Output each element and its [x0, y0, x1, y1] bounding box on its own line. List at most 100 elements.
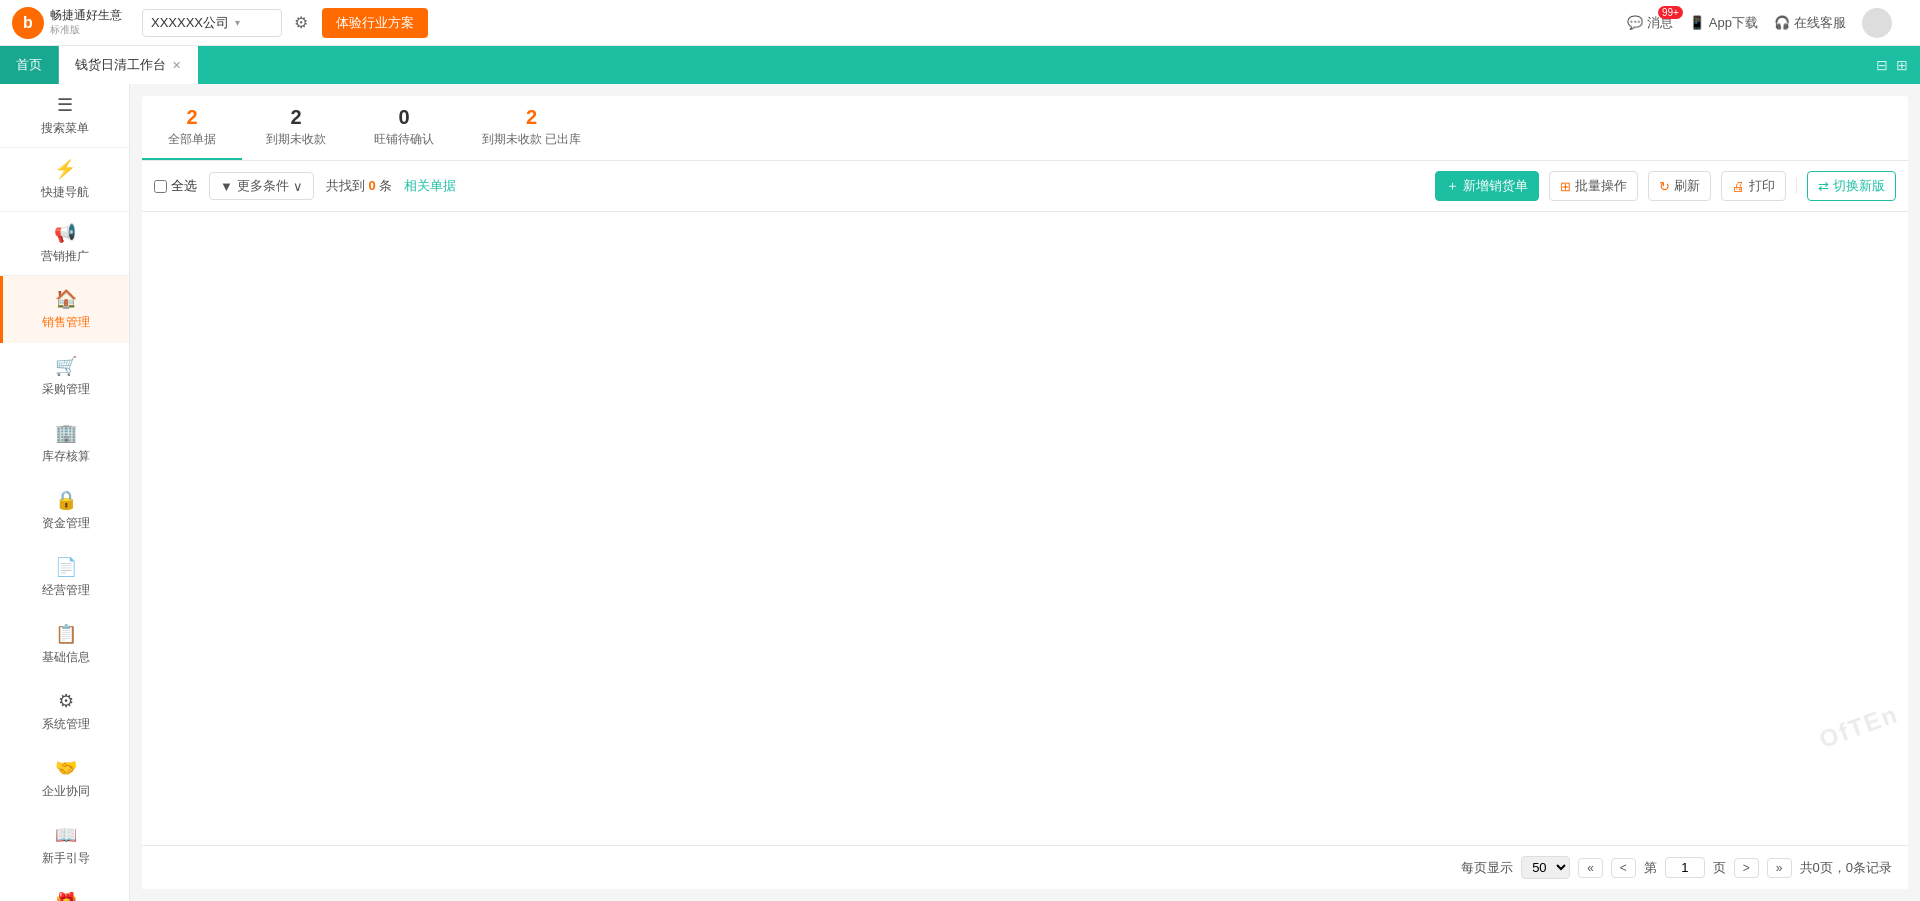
status-tab-pending[interactable]: 0 旺铺待确认	[350, 96, 458, 160]
enterprise-icon: 🤝	[55, 757, 77, 779]
found-count: 0	[369, 178, 376, 193]
tab-workbench-label: 钱货日清工作台	[75, 56, 166, 74]
sidebar-base-info[interactable]: 📋 基础信息	[0, 611, 129, 678]
sidebar-guide[interactable]: 📖 新手引导	[0, 812, 129, 879]
select-all-checkbox[interactable]: 全选	[154, 177, 197, 195]
filter-icon: ▼	[220, 179, 233, 194]
sidebar-operation-label: 经营管理	[42, 582, 90, 599]
tab-home-label: 首页	[16, 56, 42, 74]
sidebar-quick-nav[interactable]: ⚡ 快捷导航	[0, 148, 129, 212]
toolbar-divider	[1796, 178, 1797, 194]
settings-icon[interactable]: ⚙	[290, 9, 312, 36]
app-badge: 标准版	[50, 23, 122, 37]
sidebar-system[interactable]: ⚙ 系统管理	[0, 678, 129, 745]
main-layout: ☰ 搜索菜单 ⚡ 快捷导航 📢 营销推广 🏠 销售管理 🛒 采购管理 🏢 库存核…	[0, 84, 1920, 901]
app-download-button[interactable]: 📱 App下载	[1689, 14, 1758, 32]
message-icon: 💬	[1627, 15, 1643, 30]
avatar[interactable]	[1862, 8, 1892, 38]
tab-pending-count: 0	[398, 106, 409, 129]
select-all-label: 全选	[171, 177, 197, 195]
service-icon: 🎧	[1774, 15, 1790, 30]
marketing-icon: 📢	[54, 222, 76, 244]
sidebar-marketing-label: 营销推广	[41, 248, 89, 265]
finance-icon: 🔒	[55, 489, 77, 511]
tab-bar: 首页 钱货日清工作台 ✕ ⊟ ⊞	[0, 46, 1920, 84]
tab-home[interactable]: 首页	[0, 46, 59, 84]
online-service-button[interactable]: 🎧 在线客服	[1774, 14, 1846, 32]
print-button[interactable]: 🖨 打印	[1721, 171, 1786, 201]
sidebar-operation[interactable]: 📄 经营管理	[0, 544, 129, 611]
top-header: b 畅捷通好生意 标准版 XXXXXX公司 ▾ ⚙ 体验行业方案 💬 消息 99…	[0, 0, 1920, 46]
sidebar-search[interactable]: ☰ 搜索菜单	[0, 84, 129, 148]
tab-all-label: 全部单据	[168, 131, 216, 148]
found-unit: 条	[379, 178, 392, 193]
app-download-label: App下载	[1709, 14, 1758, 32]
next-page-button[interactable]: >	[1734, 858, 1759, 878]
purchase-icon: 🛒	[55, 355, 77, 377]
status-tab-overdue[interactable]: 2 到期未收款	[242, 96, 350, 160]
status-tab-all[interactable]: 2 全部单据	[142, 96, 242, 160]
more-filters-button[interactable]: ▼ 更多条件 ∨	[209, 172, 314, 200]
sidebar-app-center[interactable]: 🎁 应用中心	[0, 879, 129, 901]
toolbar: 全选 ▼ 更多条件 ∨ 共找到 0 条 相关单据 ＋ 新增销货单	[142, 161, 1908, 212]
page-label-prefix: 第	[1644, 859, 1657, 877]
found-prefix: 共找到	[326, 178, 365, 193]
operation-icon: 📄	[55, 556, 77, 578]
tab-all-count: 2	[186, 106, 197, 129]
batch-operation-button[interactable]: ⊞ 批量操作	[1549, 171, 1638, 201]
pagination-bar: 每页显示 50 « < 第 页 > » 共0页，0条记录	[142, 845, 1908, 889]
sidebar-finance-label: 资金管理	[42, 515, 90, 532]
tab-pending-label: 旺铺待确认	[374, 131, 434, 148]
related-records-link[interactable]: 相关单据	[404, 177, 456, 195]
company-selector[interactable]: XXXXXX公司 ▾	[142, 9, 282, 37]
page-number-input[interactable]	[1665, 857, 1705, 878]
table-area	[142, 212, 1908, 845]
page-body: 2 全部单据 2 到期未收款 0 旺铺待确认 2 到期未收款 已出库	[130, 84, 1920, 901]
download-icon: 📱	[1689, 15, 1705, 30]
sidebar-marketing[interactable]: 📢 营销推广	[0, 212, 129, 276]
sidebar-base-info-label: 基础信息	[42, 649, 90, 666]
app-name: 畅捷通好生意	[50, 8, 122, 24]
more-filters-label: 更多条件	[237, 177, 289, 195]
last-page-button[interactable]: »	[1767, 858, 1792, 878]
refresh-button[interactable]: ↻ 刷新	[1648, 171, 1711, 201]
sidebar-sales[interactable]: 🏠 销售管理	[0, 276, 129, 343]
print-icon: 🖨	[1732, 179, 1745, 194]
prev-page-button[interactable]: <	[1611, 858, 1636, 878]
tab-shipped-count: 2	[526, 106, 537, 129]
total-records-label: 共0页，0条记录	[1800, 859, 1892, 877]
plus-icon: ＋	[1446, 177, 1459, 195]
sidebar: ☰ 搜索菜单 ⚡ 快捷导航 📢 营销推广 🏠 销售管理 🛒 采购管理 🏢 库存核…	[0, 84, 130, 901]
trial-button[interactable]: 体验行业方案	[322, 8, 428, 38]
sidebar-sales-label: 销售管理	[42, 314, 90, 331]
sidebar-enterprise[interactable]: 🤝 企业协同	[0, 745, 129, 812]
tab-workbench[interactable]: 钱货日清工作台 ✕	[59, 46, 198, 84]
sidebar-inventory-label: 库存核算	[42, 448, 90, 465]
header-right: 💬 消息 99+ 📱 App下载 🎧 在线客服	[1627, 8, 1908, 38]
tab-minimize-icon[interactable]: ⊟	[1876, 57, 1888, 73]
toolbar-right: ＋ 新增销货单 ⊞ 批量操作 ↻ 刷新 🖨 打印	[1435, 171, 1896, 201]
app-logo-icon: b	[12, 7, 44, 39]
sales-icon: 🏠	[55, 288, 77, 310]
status-tab-shipped[interactable]: 2 到期未收款 已出库	[458, 96, 605, 160]
app-center-icon: 🎁	[55, 891, 77, 901]
page-label-suffix: 页	[1713, 859, 1726, 877]
messages-button[interactable]: 💬 消息 99+	[1627, 14, 1673, 32]
switch-version-button[interactable]: ⇄ 切换新版	[1807, 171, 1896, 201]
online-service-label: 在线客服	[1794, 14, 1846, 32]
sidebar-inventory[interactable]: 🏢 库存核算	[0, 410, 129, 477]
print-btn-label: 打印	[1749, 177, 1775, 195]
add-sale-button[interactable]: ＋ 新增销货单	[1435, 171, 1539, 201]
sidebar-purchase[interactable]: 🛒 采购管理	[0, 343, 129, 410]
select-all-input[interactable]	[154, 180, 167, 193]
tab-maximize-icon[interactable]: ⊞	[1896, 57, 1908, 73]
system-icon: ⚙	[58, 690, 74, 712]
sidebar-finance[interactable]: 🔒 资金管理	[0, 477, 129, 544]
found-text: 共找到 0 条	[326, 177, 392, 195]
first-page-button[interactable]: «	[1578, 858, 1603, 878]
logo-area: b 畅捷通好生意 标准版	[12, 7, 142, 39]
dropdown-icon: ∨	[293, 179, 303, 194]
per-page-select[interactable]: 50	[1521, 856, 1570, 879]
tab-close-icon[interactable]: ✕	[172, 59, 181, 72]
batch-btn-label: 批量操作	[1575, 177, 1627, 195]
